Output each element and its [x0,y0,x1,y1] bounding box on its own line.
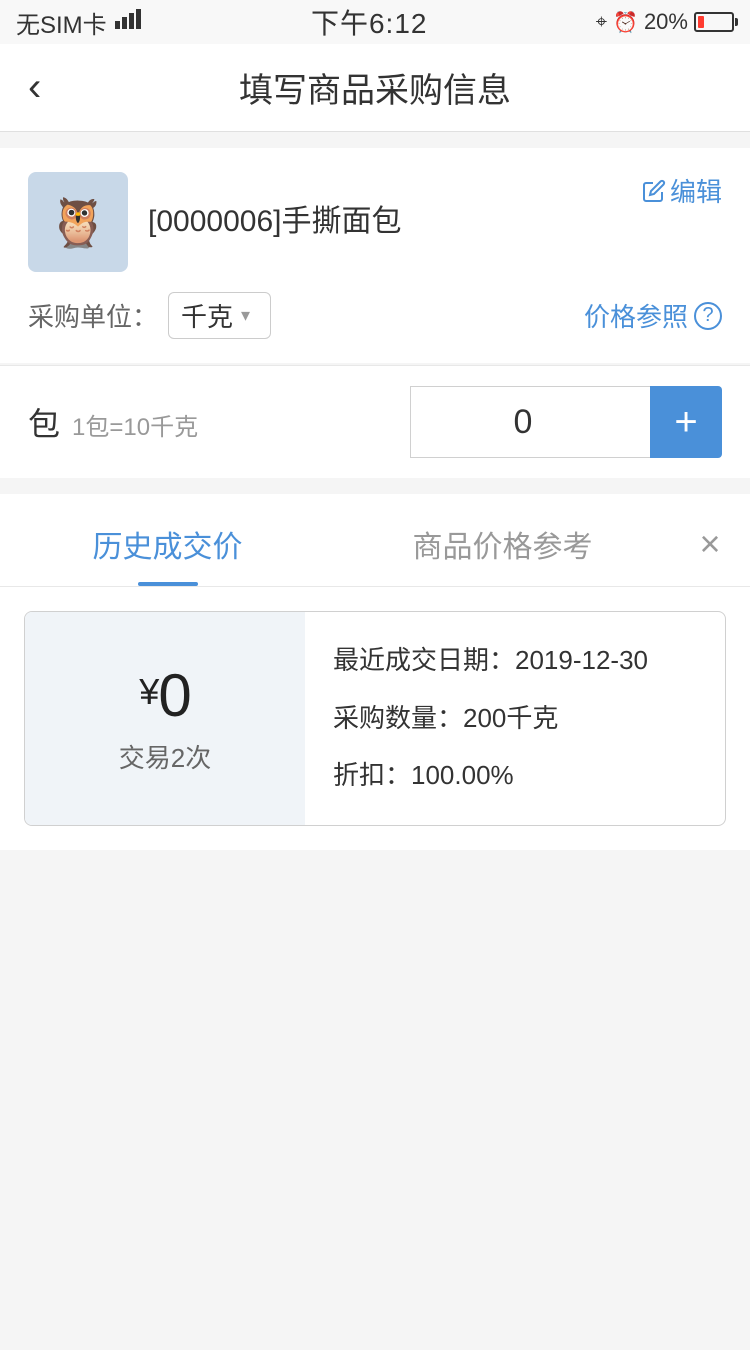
discount-value: 100.00% [411,760,514,790]
product-left: 🦉 [0000006]手撕面包 [28,172,401,272]
quantity-unit: 包 [28,399,60,445]
tabs-section: 历史成交价 商品价格参考 × ¥0 交易2次 最近成交日期：2019-12-30… [0,494,750,850]
back-button[interactable]: ‹ [28,65,41,110]
unit-value: 千克 [181,297,233,334]
status-right: ⌖ ⏰ 20% [596,9,734,35]
price-card: ¥0 交易2次 最近成交日期：2019-12-30 采购数量：200千克 折扣：… [24,611,726,826]
unit-left: 采购单位： 千克 ▾ [28,292,271,339]
unit-label: 采购单位： [28,297,158,334]
edit-label: 编辑 [670,172,722,209]
product-name: [0000006]手撕面包 [148,201,401,243]
quantity-input[interactable] [410,386,650,458]
tab-history-label: 历史成交价 [93,531,243,564]
tabs-header: 历史成交价 商品价格参考 × [0,494,750,587]
edit-button[interactable]: 编辑 [642,172,722,209]
price-ref-label: 价格参照 [584,297,688,334]
price-card-left: ¥0 交易2次 [25,612,305,825]
product-unit-row: 采购单位： 千克 ▾ 价格参照 ? [28,292,722,339]
unit-select[interactable]: 千克 ▾ [168,292,271,339]
tab-history-price[interactable]: 历史成交价 [0,494,335,586]
status-bar: 无SIM卡 下午6:12 ⌖ ⏰ 20% [0,0,750,44]
price-reference-button[interactable]: 价格参照 ? [584,297,722,334]
quantity-plus-button[interactable]: + [650,386,722,458]
product-logo-icon: 🦉 [48,194,108,251]
nav-bar: ‹ 填写商品采购信息 [0,44,750,132]
discount-label: 折扣： [333,760,411,790]
price-times: 交易2次 [119,738,211,775]
product-header: 🦉 [0000006]手撕面包 编辑 [28,172,722,272]
recent-date-row: 最近成交日期：2019-12-30 [333,640,697,682]
quantity-label: 包 1包=10千克 [28,399,198,445]
location-icon: ⌖ [596,11,607,34]
page-rest [0,850,750,1350]
page-title: 填写商品采购信息 [239,63,511,112]
plus-icon: + [674,402,697,442]
quantity-conversion: 1包=10千克 [72,407,198,442]
battery-icon [694,12,734,32]
help-icon: ? [694,302,722,330]
tab-reference-price[interactable]: 商品价格参考 [335,494,670,586]
battery-percent: 20% [644,9,688,35]
alarm-icon: ⏰ [613,10,638,35]
tab-reference-label: 商品价格参考 [413,531,593,564]
discount-row: 折扣：100.00% [333,755,697,797]
unit-dropdown-arrow: ▾ [241,305,250,326]
quantity-row: 包 1包=10千克 + [0,366,750,478]
price-card-right: 最近成交日期：2019-12-30 采购数量：200千克 折扣：100.00% [305,612,725,825]
recent-date-label: 最近成交日期： [333,645,515,675]
recent-date-value: 2019-12-30 [515,645,648,675]
status-carrier: 无SIM卡 [16,5,143,40]
purchase-qty-row: 采购数量：200千克 [333,698,697,740]
purchase-qty-label: 采购数量： [333,703,463,733]
currency-symbol: ¥ [139,671,158,713]
product-card: 🦉 [0000006]手撕面包 编辑 采购单位： 千克 ▾ 价格参照 ? [0,148,750,363]
price-cards: ¥0 交易2次 最近成交日期：2019-12-30 采购数量：200千克 折扣：… [0,587,750,850]
status-time: 下午6:12 [311,2,428,42]
quantity-section: 包 1包=10千克 + [0,365,750,478]
signal-icon [115,8,143,36]
price-amount: ¥0 [139,661,190,730]
price-value: 0 [158,662,190,729]
purchase-qty-value: 200千克 [463,703,558,733]
close-icon: × [699,523,720,565]
product-thumbnail: 🦉 [28,172,128,272]
quantity-input-group: + [410,386,722,458]
tab-close-button[interactable]: × [670,495,750,585]
carrier-text: 无SIM卡 [16,5,107,40]
